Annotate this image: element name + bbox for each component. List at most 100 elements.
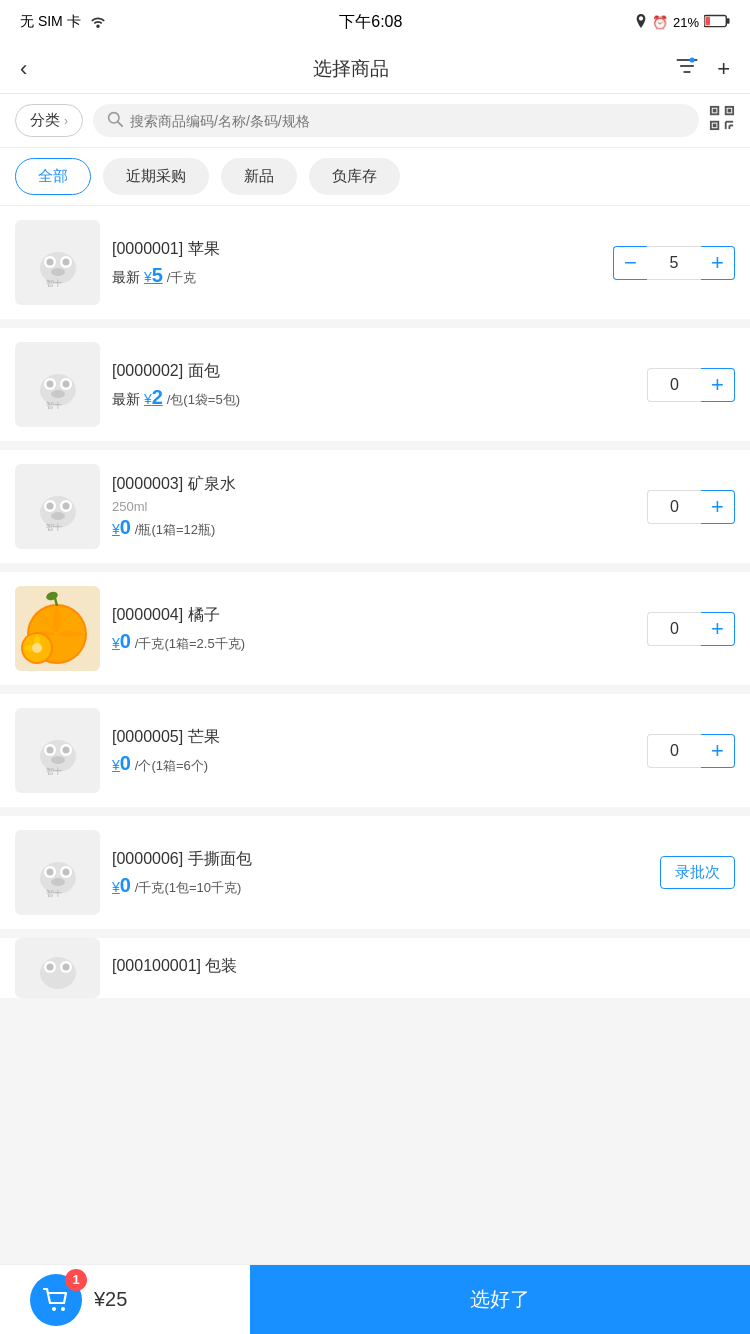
qty-plus-button[interactable]: +: [701, 490, 735, 524]
confirm-button[interactable]: 选好了: [250, 1265, 750, 1335]
product-name: [0000006] 手撕面包: [112, 849, 648, 870]
svg-point-58: [46, 868, 53, 875]
svg-rect-14: [713, 123, 717, 127]
svg-line-8: [118, 122, 122, 126]
price-value: ¥2: [144, 391, 163, 407]
svg-rect-2: [705, 16, 710, 24]
list-item: [0000004] 橘子 ¥0 /千克(1箱=2.5千克) +: [0, 572, 750, 685]
search-icon: [107, 111, 123, 130]
product-info: [0000002] 面包 最新 ¥2 /包(1袋=5包): [112, 361, 635, 409]
price-symbol: ¥: [112, 521, 120, 537]
status-time: 下午6:08: [339, 12, 402, 33]
battery-icon: [704, 14, 730, 31]
cart-icon: [42, 1287, 70, 1313]
svg-point-65: [46, 964, 53, 971]
qty-plus-button[interactable]: +: [701, 246, 735, 280]
product-name: [0000001] 苹果: [112, 239, 601, 260]
price-symbol: ¥: [112, 757, 120, 773]
product-name: [0000003] 矿泉水: [112, 474, 635, 495]
qty-plus-button[interactable]: +: [701, 368, 735, 402]
list-item: 智十 [0000002] 面包 最新 ¥2 /包(1袋=5包) +: [0, 328, 750, 441]
price-prefix: 最新: [112, 269, 144, 285]
product-info: [0000005] 芒果 ¥0 /个(1箱=6个): [112, 727, 635, 775]
status-right: ⏰ 21%: [635, 14, 730, 31]
tab-recent[interactable]: 近期采购: [103, 158, 209, 195]
price-value: ¥5: [144, 269, 163, 285]
product-name: [0000005] 芒果: [112, 727, 635, 748]
batch-button[interactable]: 录批次: [660, 856, 735, 889]
back-button[interactable]: ‹: [20, 56, 27, 82]
owl-logo: 智十: [33, 360, 83, 410]
list-item: [000100001] 包装: [0, 938, 750, 998]
filter-bar: 分类 ›: [0, 94, 750, 148]
tabs-bar: 全部 近期采购 新品 负库存: [0, 148, 750, 206]
svg-point-23: [62, 258, 69, 265]
filter-icon[interactable]: [675, 55, 699, 83]
owl-logo: [33, 943, 83, 993]
search-input[interactable]: [130, 113, 685, 129]
svg-point-31: [51, 390, 65, 398]
svg-point-29: [46, 380, 53, 387]
svg-point-66: [62, 964, 69, 971]
product-image: 智十: [15, 220, 100, 305]
svg-point-36: [46, 502, 53, 509]
chevron-icon: ›: [64, 114, 68, 128]
list-item: 智十 [0000003] 矿泉水 250ml ¥0 /瓶(1箱=12瓶) +: [0, 450, 750, 563]
bottom-bar: 1 ¥25 选好了: [0, 1264, 750, 1334]
qty-plus-button[interactable]: +: [701, 612, 735, 646]
price-unit: /瓶(1箱=12瓶): [135, 522, 216, 537]
svg-point-24: [51, 268, 65, 276]
price-unit: /千克(1包=10千克): [135, 880, 242, 895]
product-image: [15, 586, 100, 671]
svg-point-22: [46, 258, 53, 265]
qty-input[interactable]: [647, 490, 701, 524]
tab-new[interactable]: 新品: [221, 158, 297, 195]
product-image: 智十: [15, 464, 100, 549]
qty-input[interactable]: [647, 734, 701, 768]
svg-point-59: [62, 868, 69, 875]
battery-label: 21%: [673, 15, 699, 30]
add-button[interactable]: +: [717, 56, 730, 82]
price-unit: /千克(1箱=2.5千克): [135, 636, 245, 651]
svg-point-37: [62, 502, 69, 509]
svg-rect-1: [727, 18, 730, 24]
qty-input[interactable]: [647, 246, 701, 280]
alarm-icon: ⏰: [652, 15, 668, 30]
price-symbol: ¥: [112, 635, 120, 651]
scan-icon[interactable]: [709, 105, 735, 137]
svg-text:智十: 智十: [46, 523, 62, 532]
svg-point-68: [61, 1307, 65, 1311]
qty-plus-button[interactable]: +: [701, 734, 735, 768]
qty-input[interactable]: [647, 368, 701, 402]
qty-input[interactable]: [647, 612, 701, 646]
product-info: [000100001] 包装: [112, 956, 735, 981]
product-price: ¥0 /千克(1包=10千克): [112, 874, 648, 897]
owl-logo: 智十: [33, 482, 83, 532]
category-label: 分类: [30, 111, 60, 130]
product-price: 最新 ¥2 /包(1袋=5包): [112, 386, 635, 409]
product-image: 智十: [15, 708, 100, 793]
svg-point-51: [46, 746, 53, 753]
owl-logo: 智十: [33, 238, 83, 288]
price-prefix: 最新: [112, 391, 144, 407]
svg-text:智十: 智十: [46, 889, 62, 898]
svg-point-52: [62, 746, 69, 753]
svg-point-38: [51, 512, 65, 520]
wifi-icon: [89, 14, 107, 31]
list-item: 智十 [0000001] 苹果 最新 ¥5 /千克 − +: [0, 206, 750, 319]
svg-text:智十: 智十: [46, 401, 62, 410]
svg-text:智十: 智十: [46, 767, 62, 776]
product-image: 智十: [15, 830, 100, 915]
product-name: [0000002] 面包: [112, 361, 635, 382]
qty-control: +: [647, 734, 735, 768]
tab-negative[interactable]: 负库存: [309, 158, 400, 195]
qty-minus-button[interactable]: −: [613, 246, 647, 280]
product-spec: 250ml: [112, 499, 635, 514]
product-info: [0000003] 矿泉水 250ml ¥0 /瓶(1箱=12瓶): [112, 474, 635, 539]
cart-button[interactable]: 1: [30, 1274, 82, 1326]
product-price: ¥0 /千克(1箱=2.5千克): [112, 630, 635, 653]
category-button[interactable]: 分类 ›: [15, 104, 83, 137]
tab-all[interactable]: 全部: [15, 158, 91, 195]
product-image: [15, 938, 100, 998]
qty-control: +: [647, 490, 735, 524]
